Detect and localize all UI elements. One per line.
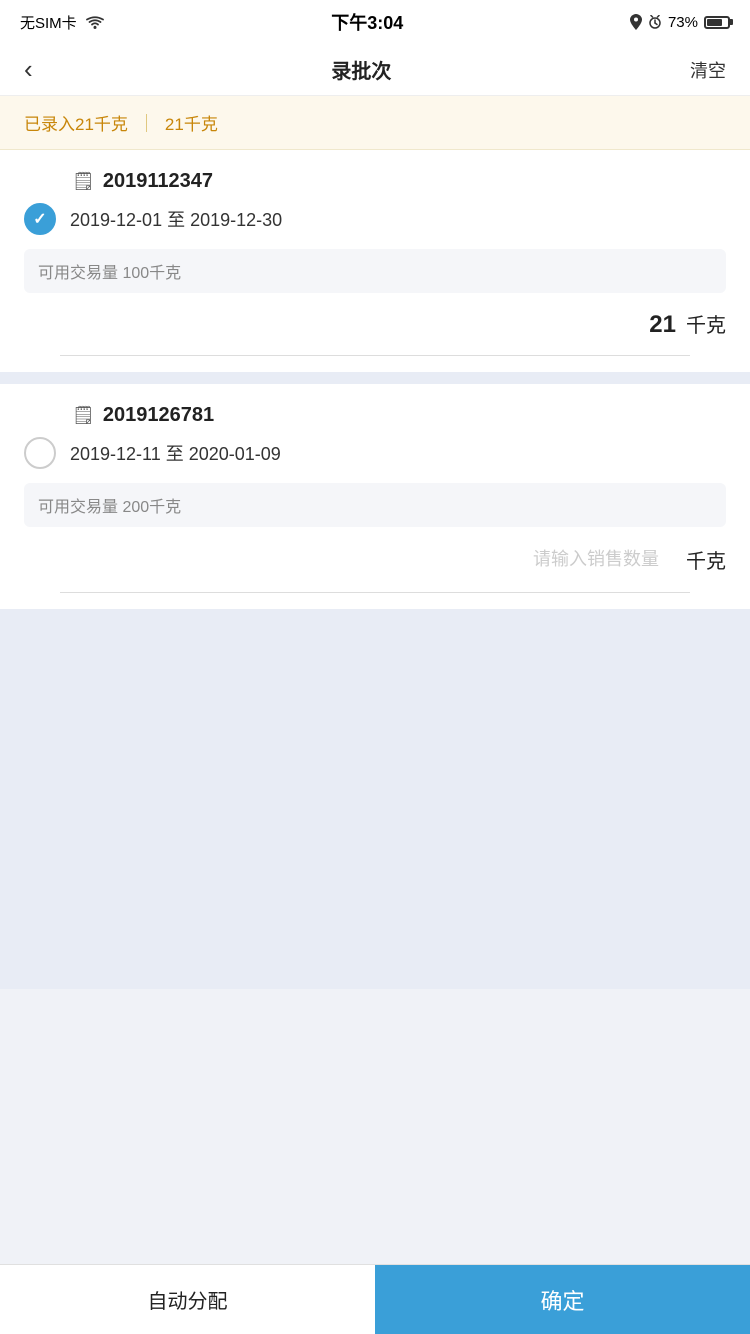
radio-1[interactable] (24, 203, 56, 235)
batch-date-row-2[interactable]: 2019-12-11 至 2020-01-09 (24, 437, 726, 469)
nav-bar: ‹ 录批次 清空 (0, 44, 750, 96)
back-button[interactable]: ‹ (24, 54, 33, 85)
input-unit-2: 千克 (686, 545, 726, 574)
input-row-2: 千克 (0, 527, 750, 592)
nav-title: 录批次 (331, 55, 391, 84)
batch-card-2: 🗒 2019126781 2019-12-11 至 2020-01-09 可用交… (0, 384, 750, 609)
alarm-icon (648, 15, 662, 29)
batch-id-row-1: 🗒 2019112347 (72, 170, 726, 193)
bottom-bar: 自动分配 确定 (0, 1264, 750, 1334)
auto-distribute-button[interactable]: 自动分配 (0, 1265, 375, 1334)
recorded-label: 已录入21千克 (24, 110, 128, 135)
batch-date-row-1[interactable]: 2019-12-01 至 2019-12-30 (24, 203, 726, 235)
batch-id-2: 2019126781 (103, 404, 214, 427)
batch-icon-2: 🗒 (72, 405, 95, 426)
batch-id-1: 2019112347 (103, 170, 213, 193)
qty-input-2[interactable] (24, 549, 674, 570)
amount-label: 21千克 (165, 110, 218, 135)
status-bar: 无SIM卡 下午3:04 73% (0, 0, 750, 44)
available-text-1: 可用交易量 100千克 (38, 265, 181, 282)
qty-row-1: 21 千克 (0, 293, 750, 355)
status-left: 无SIM卡 (20, 12, 105, 33)
confirm-button[interactable]: 确定 (375, 1265, 750, 1334)
qty-value-1: 21 (649, 311, 676, 339)
battery-percent: 73% (668, 14, 698, 31)
batch-date-2: 2019-12-11 至 2020-01-09 (70, 440, 281, 466)
batch-id-row-2: 🗒 2019126781 (72, 404, 726, 427)
qty-unit-1: 千克 (686, 309, 726, 338)
location-icon (630, 14, 642, 30)
clear-button[interactable]: 清空 (690, 57, 726, 83)
battery-icon (704, 16, 730, 29)
empty-area (0, 609, 750, 989)
batch-available-1: 可用交易量 100千克 (24, 249, 726, 293)
info-banner: 已录入21千克 21千克 (0, 96, 750, 150)
batch-icon-1: 🗒 (72, 171, 95, 192)
status-right: 73% (630, 14, 730, 31)
batch-available-2: 可用交易量 200千克 (24, 483, 726, 527)
batch-card-1: 🗒 2019112347 2019-12-01 至 2019-12-30 可用交… (0, 150, 750, 372)
info-divider (146, 114, 147, 132)
section-divider (0, 372, 750, 384)
available-text-2: 可用交易量 200千克 (38, 499, 181, 516)
status-time: 下午3:04 (331, 9, 403, 35)
wifi-icon (85, 15, 105, 30)
batch-date-1: 2019-12-01 至 2019-12-30 (70, 206, 282, 232)
sim-text: 无SIM卡 (20, 12, 77, 33)
radio-2[interactable] (24, 437, 56, 469)
